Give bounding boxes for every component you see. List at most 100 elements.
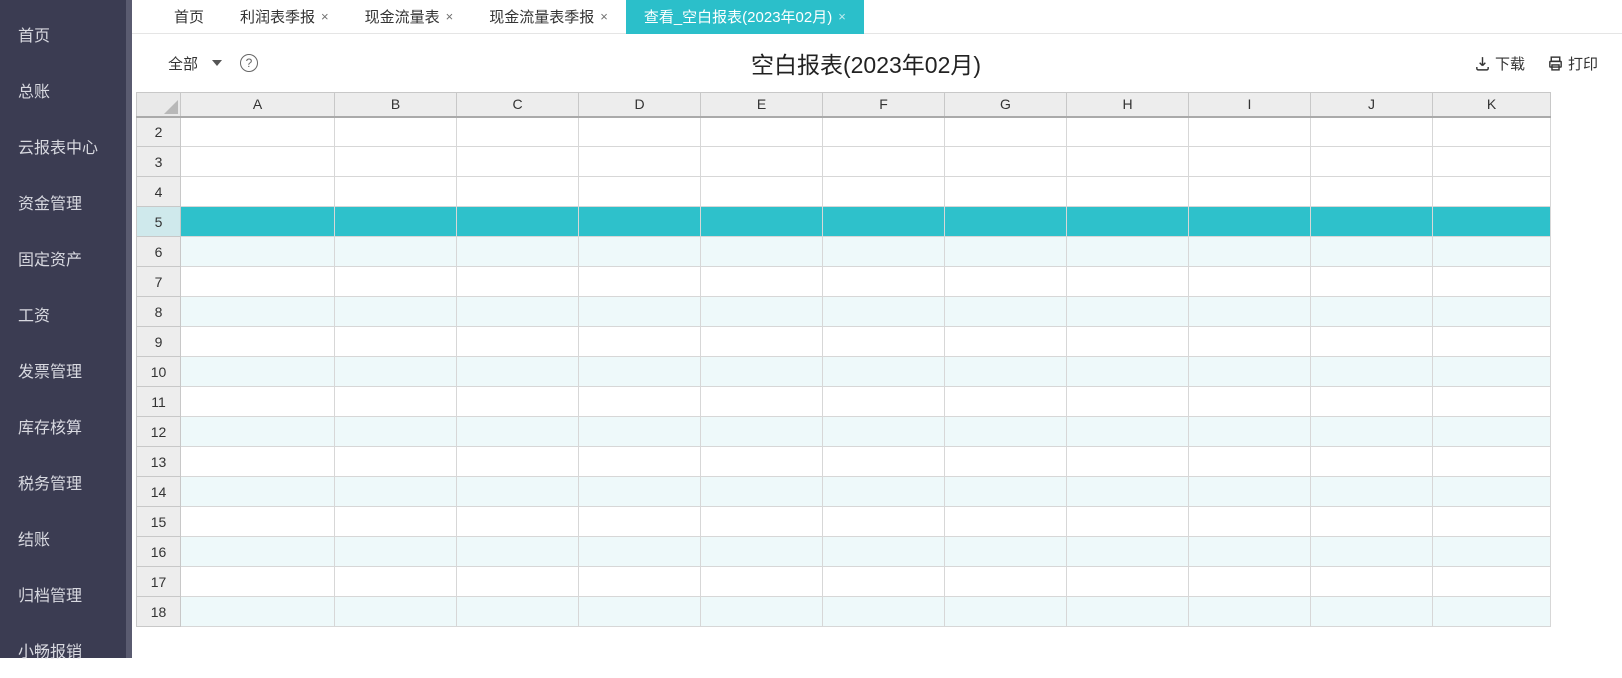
cell-K12[interactable] <box>1433 417 1551 447</box>
cell-A10[interactable] <box>181 357 335 387</box>
cell-F5[interactable] <box>823 207 945 237</box>
cell-D15[interactable] <box>579 507 701 537</box>
row-header-14[interactable]: 14 <box>137 477 181 507</box>
cell-G7[interactable] <box>945 267 1067 297</box>
select-all-corner[interactable] <box>137 93 181 117</box>
cell-D18[interactable] <box>579 597 701 627</box>
cell-A7[interactable] <box>181 267 335 297</box>
cell-J2[interactable] <box>1311 117 1433 147</box>
cell-F3[interactable] <box>823 147 945 177</box>
cell-H12[interactable] <box>1067 417 1189 447</box>
cell-A11[interactable] <box>181 387 335 417</box>
column-header-G[interactable]: G <box>945 93 1067 117</box>
cell-H3[interactable] <box>1067 147 1189 177</box>
cell-D7[interactable] <box>579 267 701 297</box>
cell-C10[interactable] <box>457 357 579 387</box>
sidebar-item-1[interactable]: 总账 <box>0 62 132 118</box>
cell-D10[interactable] <box>579 357 701 387</box>
cell-I10[interactable] <box>1189 357 1311 387</box>
cell-E16[interactable] <box>701 537 823 567</box>
cell-E11[interactable] <box>701 387 823 417</box>
row-header-17[interactable]: 17 <box>137 567 181 597</box>
row-header-12[interactable]: 12 <box>137 417 181 447</box>
cell-I17[interactable] <box>1189 567 1311 597</box>
sidebar-item-9[interactable]: 结账 <box>0 510 132 566</box>
cell-E14[interactable] <box>701 477 823 507</box>
cell-K6[interactable] <box>1433 237 1551 267</box>
cell-B10[interactable] <box>335 357 457 387</box>
sidebar-item-6[interactable]: 发票管理 <box>0 342 132 398</box>
cell-C6[interactable] <box>457 237 579 267</box>
column-header-D[interactable]: D <box>579 93 701 117</box>
sidebar-item-8[interactable]: 税务管理 <box>0 454 132 510</box>
cell-H16[interactable] <box>1067 537 1189 567</box>
cell-F13[interactable] <box>823 447 945 477</box>
row-header-16[interactable]: 16 <box>137 537 181 567</box>
sidebar-item-2[interactable]: 云报表中心 <box>0 118 132 174</box>
cell-B7[interactable] <box>335 267 457 297</box>
column-header-J[interactable]: J <box>1311 93 1433 117</box>
cell-G11[interactable] <box>945 387 1067 417</box>
sidebar-item-3[interactable]: 资金管理 <box>0 174 132 230</box>
cell-F12[interactable] <box>823 417 945 447</box>
cell-H7[interactable] <box>1067 267 1189 297</box>
cell-J6[interactable] <box>1311 237 1433 267</box>
cell-F9[interactable] <box>823 327 945 357</box>
row-header-8[interactable]: 8 <box>137 297 181 327</box>
cell-B11[interactable] <box>335 387 457 417</box>
cell-D3[interactable] <box>579 147 701 177</box>
cell-D12[interactable] <box>579 417 701 447</box>
cell-J14[interactable] <box>1311 477 1433 507</box>
tab-2[interactable]: 现金流量表× <box>347 0 472 34</box>
cell-J11[interactable] <box>1311 387 1433 417</box>
row-header-7[interactable]: 7 <box>137 267 181 297</box>
column-header-A[interactable]: A <box>181 93 335 117</box>
cell-B4[interactable] <box>335 177 457 207</box>
cell-E3[interactable] <box>701 147 823 177</box>
cell-B14[interactable] <box>335 477 457 507</box>
cell-I2[interactable] <box>1189 117 1311 147</box>
cell-G2[interactable] <box>945 117 1067 147</box>
sidebar-item-7[interactable]: 库存核算 <box>0 398 132 454</box>
cell-J3[interactable] <box>1311 147 1433 177</box>
cell-H5[interactable] <box>1067 207 1189 237</box>
cell-I11[interactable] <box>1189 387 1311 417</box>
cell-F16[interactable] <box>823 537 945 567</box>
cell-H17[interactable] <box>1067 567 1189 597</box>
sidebar-item-0[interactable]: 首页 <box>0 6 132 62</box>
cell-B2[interactable] <box>335 117 457 147</box>
cell-C8[interactable] <box>457 297 579 327</box>
spreadsheet[interactable]: ABCDEFGHIJK23456789101112131415161718 <box>136 92 1622 658</box>
cell-I18[interactable] <box>1189 597 1311 627</box>
column-header-E[interactable]: E <box>701 93 823 117</box>
cell-J4[interactable] <box>1311 177 1433 207</box>
cell-G17[interactable] <box>945 567 1067 597</box>
cell-F6[interactable] <box>823 237 945 267</box>
cell-E7[interactable] <box>701 267 823 297</box>
cell-A12[interactable] <box>181 417 335 447</box>
cell-E4[interactable] <box>701 177 823 207</box>
cell-A3[interactable] <box>181 147 335 177</box>
cell-G16[interactable] <box>945 537 1067 567</box>
sidebar-item-5[interactable]: 工资 <box>0 286 132 342</box>
cell-I14[interactable] <box>1189 477 1311 507</box>
cell-J17[interactable] <box>1311 567 1433 597</box>
cell-G4[interactable] <box>945 177 1067 207</box>
cell-E8[interactable] <box>701 297 823 327</box>
cell-I9[interactable] <box>1189 327 1311 357</box>
column-header-C[interactable]: C <box>457 93 579 117</box>
cell-K18[interactable] <box>1433 597 1551 627</box>
cell-C13[interactable] <box>457 447 579 477</box>
cell-D16[interactable] <box>579 537 701 567</box>
cell-A18[interactable] <box>181 597 335 627</box>
cell-C5[interactable] <box>457 207 579 237</box>
cell-C16[interactable] <box>457 537 579 567</box>
cell-J16[interactable] <box>1311 537 1433 567</box>
cell-H9[interactable] <box>1067 327 1189 357</box>
close-icon[interactable]: × <box>321 9 329 24</box>
cell-F8[interactable] <box>823 297 945 327</box>
cell-E17[interactable] <box>701 567 823 597</box>
cell-K14[interactable] <box>1433 477 1551 507</box>
cell-F17[interactable] <box>823 567 945 597</box>
cell-H10[interactable] <box>1067 357 1189 387</box>
